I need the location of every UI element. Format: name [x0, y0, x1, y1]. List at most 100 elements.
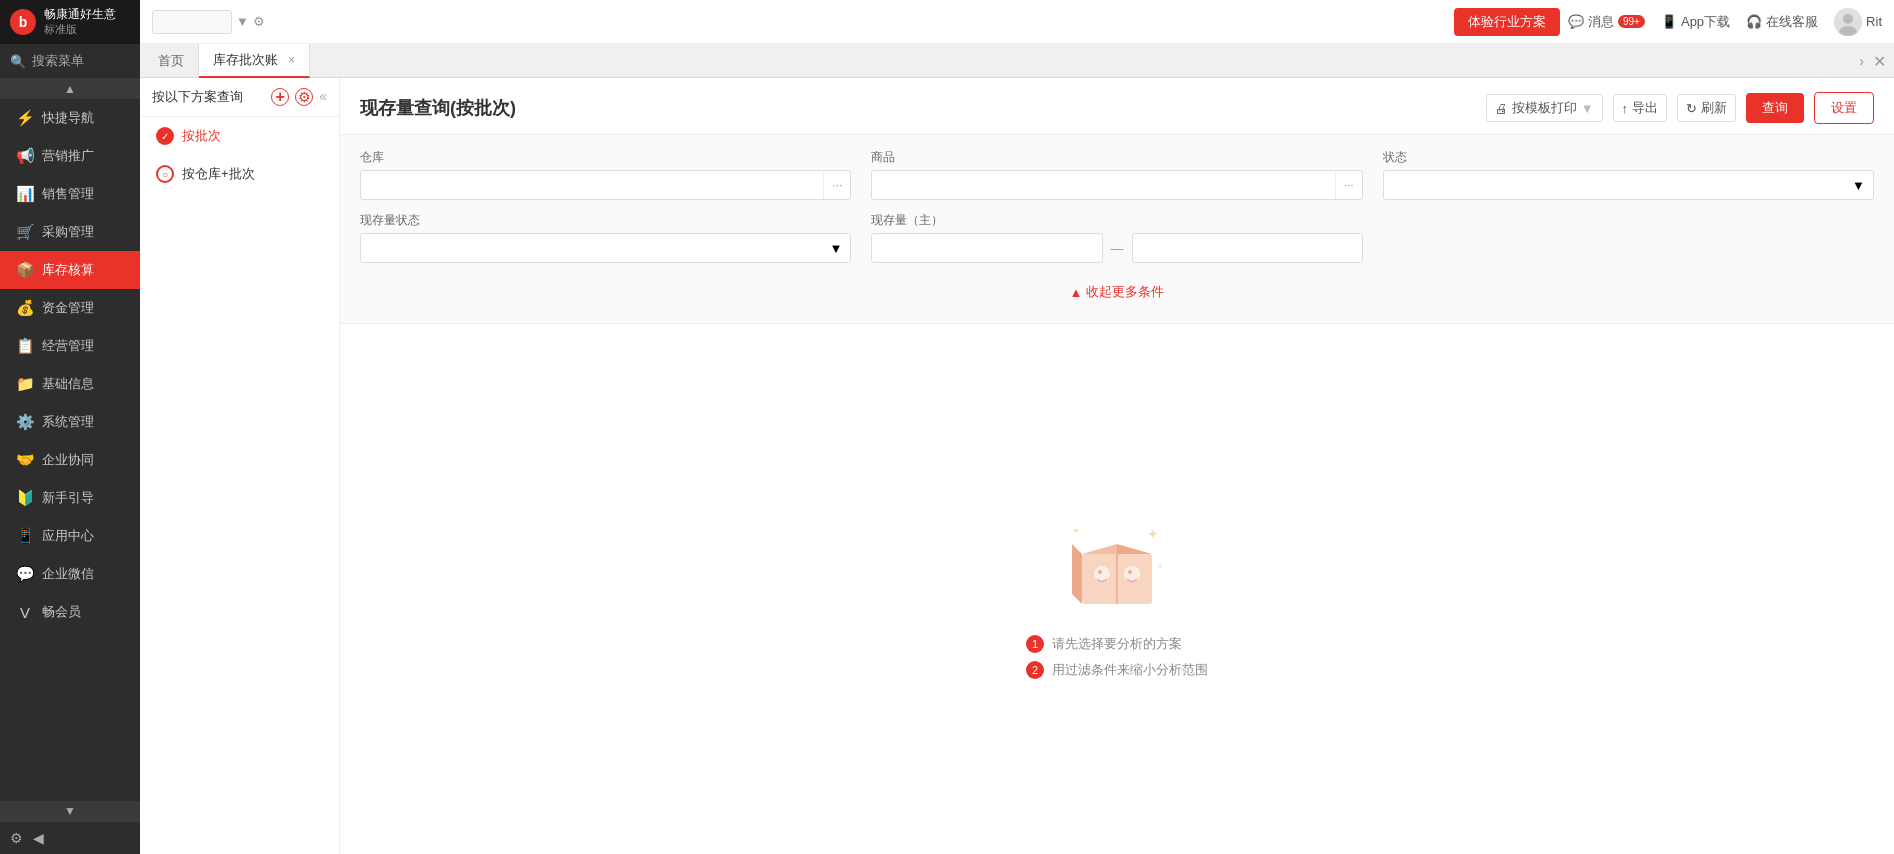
vip-icon: V [16, 603, 34, 621]
product-input-wrapper: ··· [871, 170, 1362, 200]
product-more-btn[interactable]: ··· [1335, 171, 1362, 199]
tab-inventory-batch[interactable]: 库存批次账 × [199, 44, 310, 78]
sidebar-scroll-up[interactable]: ▲ [0, 79, 140, 99]
refresh-btn[interactable]: ↻ 刷新 [1677, 94, 1736, 122]
sidebar-item-basic[interactable]: 📁 基础信息 [0, 365, 140, 403]
tab-close-btn[interactable]: × [288, 53, 295, 67]
finance-icon: 💰 [16, 299, 34, 317]
sidebar-item-enterprise[interactable]: 🤝 企业协同 [0, 441, 140, 479]
basic-icon: 📁 [16, 375, 34, 393]
sidebar-item-newbie[interactable]: 🔰 新手引导 [0, 479, 140, 517]
operation-icon: 📋 [16, 337, 34, 355]
scheme-batch-icon: ✓ [156, 127, 174, 145]
product-input[interactable] [872, 171, 1334, 199]
main-area: ▼ ⚙ 体验行业方案 💬 消息 99+ 📱 App下载 🎧 在线客服 [140, 0, 1894, 854]
scheme-warehouse-icon: ○ [156, 165, 174, 183]
svg-marker-6 [1072, 544, 1082, 604]
sidebar-item-app-center[interactable]: 📱 应用中心 [0, 517, 140, 555]
content-panel: 现存量查询(按批次) 🖨 按模板打印 ▼ ↑ 导出 ↻ 刷新 [340, 78, 1894, 854]
app-download-btn[interactable]: 📱 App下载 [1661, 13, 1730, 31]
filter-panel: 按以下方案查询 + ⚙ « ✓ 按批次 ○ 按仓库+批次 [140, 78, 340, 854]
add-scheme-icon[interactable]: + [271, 88, 289, 106]
tab-home[interactable]: 首页 [144, 44, 199, 78]
content-toolbar: 🖨 按模板打印 ▼ ↑ 导出 ↻ 刷新 查询 设置 [1486, 92, 1874, 124]
svg-marker-4 [1082, 544, 1117, 554]
wechat-icon: 💬 [16, 565, 34, 583]
filter-form: 仓库 ··· 商品 ··· 状态 [340, 135, 1894, 324]
sidebar-item-quick-nav[interactable]: ⚡ 快捷导航 [0, 99, 140, 137]
tabs-bar: 首页 库存批次账 × ✕ › [140, 44, 1894, 78]
online-service-btn[interactable]: 🎧 在线客服 [1746, 13, 1818, 31]
empty-tip-1: 1 请先选择要分析的方案 [1026, 635, 1208, 653]
collapse-btn[interactable]: ▲ 收起更多条件 [360, 275, 1874, 309]
sidebar-item-wechat[interactable]: 💬 企业微信 [0, 555, 140, 593]
inventory-status-label: 现存量状态 [360, 212, 851, 229]
system-icon: ⚙️ [16, 413, 34, 431]
export-btn[interactable]: ↑ 导出 [1613, 94, 1668, 122]
sidebar-item-marketing[interactable]: 📢 营销推广 [0, 137, 140, 175]
sidebar-item-sales[interactable]: 📊 销售管理 [0, 175, 140, 213]
sidebar-item-purchase[interactable]: 🛒 采购管理 [0, 213, 140, 251]
panel-close-btn[interactable]: ✕ [1873, 51, 1886, 70]
sidebar-item-operation[interactable]: 📋 经营管理 [0, 327, 140, 365]
svg-text:✦: ✦ [1147, 526, 1159, 542]
breadcrumb-input[interactable] [152, 10, 232, 34]
refresh-icon: ↻ [1686, 101, 1697, 116]
print-dropdown-icon: ▼ [1581, 101, 1594, 116]
sidebar-collapse-icon[interactable]: ◀ [33, 830, 44, 846]
filter-panel-header: 按以下方案查询 + ⚙ « [140, 78, 339, 117]
inventory-qty-max[interactable] [1132, 233, 1363, 263]
inventory-status-select[interactable]: ▼ [360, 233, 851, 263]
sidebar-header: b 畅康通好生意 标准版 [0, 0, 140, 44]
message-icon: 💬 [1568, 14, 1584, 29]
warehouse-label: 仓库 [360, 149, 851, 166]
svg-point-10 [1098, 570, 1102, 574]
messages-btn[interactable]: 💬 消息 99+ [1568, 13, 1645, 31]
app-center-icon: 📱 [16, 527, 34, 545]
sidebar-item-system[interactable]: ⚙️ 系统管理 [0, 403, 140, 441]
warehouse-more-btn[interactable]: ··· [823, 171, 850, 199]
content-header: 现存量查询(按批次) 🖨 按模板打印 ▼ ↑ 导出 ↻ 刷新 [340, 78, 1894, 135]
query-btn[interactable]: 查询 [1746, 93, 1804, 123]
scheme-settings-icon[interactable]: ⚙ [295, 88, 313, 106]
company-name: 畅康通好生意 [44, 7, 116, 23]
settings-icon[interactable]: ⚙ [253, 14, 265, 29]
warehouse-field: 仓库 ··· [360, 149, 851, 200]
search-icon: 🔍 [10, 54, 26, 69]
range-dash: — [1111, 241, 1124, 256]
inventory-status-dropdown-icon: ▼ [829, 241, 842, 256]
inventory-qty-min[interactable] [871, 233, 1102, 263]
status-select[interactable]: ▼ [1383, 170, 1874, 200]
tip-num-2: 2 [1026, 661, 1044, 679]
filter-row-1: 仓库 ··· 商品 ··· 状态 [360, 149, 1874, 200]
sidebar-settings-icon[interactable]: ⚙ [10, 830, 23, 846]
enterprise-icon: 🤝 [16, 451, 34, 469]
breadcrumb-dropdown-icon[interactable]: ▼ [236, 14, 249, 29]
sidebar-item-vip[interactable]: V 畅会员 [0, 593, 140, 631]
experience-btn[interactable]: 体验行业方案 [1454, 8, 1560, 36]
settings-btn[interactable]: 设置 [1814, 92, 1874, 124]
status-label: 状态 [1383, 149, 1874, 166]
collapse-icon: ▲ [1070, 285, 1083, 300]
tip-num-1: 1 [1026, 635, 1044, 653]
svg-point-9 [1124, 566, 1140, 582]
scheme-by-warehouse-batch[interactable]: ○ 按仓库+批次 [140, 155, 339, 193]
panel-arrow-icon[interactable]: › [1859, 53, 1864, 69]
sidebar-scroll-down[interactable]: ▼ [0, 801, 140, 821]
avatar [1834, 8, 1862, 36]
sidebar-item-inventory[interactable]: 📦 库存核算 [0, 251, 140, 289]
inventory-qty-field: 现存量（主） — [871, 212, 1362, 263]
user-profile[interactable]: Rit [1834, 8, 1882, 36]
scheme-by-batch[interactable]: ✓ 按批次 [140, 117, 339, 155]
warehouse-input[interactable] [361, 171, 823, 199]
svg-text:✦: ✦ [1072, 525, 1080, 536]
print-btn[interactable]: 🖨 按模板打印 ▼ [1486, 94, 1603, 122]
app-edition: 标准版 [44, 22, 116, 37]
page-content: 按以下方案查询 + ⚙ « ✓ 按批次 ○ 按仓库+批次 现存量查询(按批次) [140, 78, 1894, 854]
inventory-icon: 📦 [16, 261, 34, 279]
quick-nav-icon: ⚡ [16, 109, 34, 127]
scheme-collapse-icon[interactable]: « [319, 88, 327, 106]
sidebar-item-finance[interactable]: 💰 资金管理 [0, 289, 140, 327]
search-menu[interactable]: 🔍 搜索菜单 [0, 44, 140, 79]
app-logo: b [10, 9, 36, 35]
